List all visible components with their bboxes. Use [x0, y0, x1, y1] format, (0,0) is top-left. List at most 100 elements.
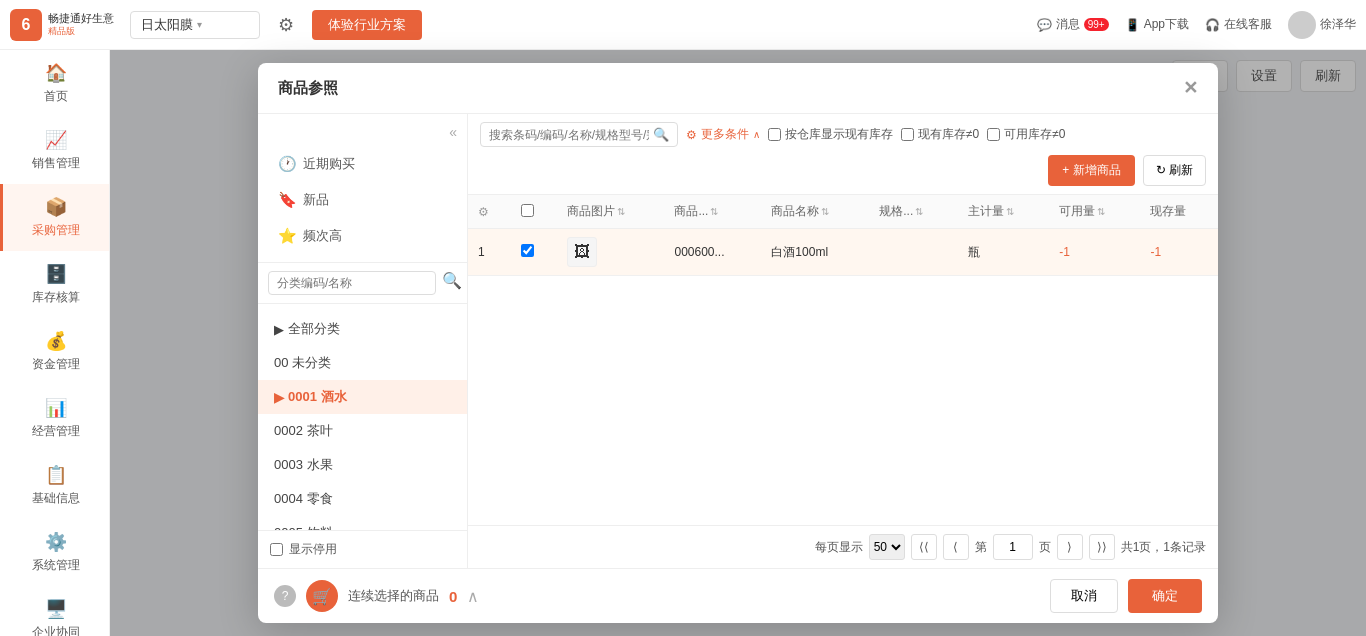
checkbox-available-label[interactable]: 现有库存≠0 — [901, 126, 979, 143]
sidebar-item-purchase[interactable]: 📦 采购管理 — [0, 184, 109, 251]
checkbox-usable[interactable] — [987, 128, 1000, 141]
checkbox-stock-text: 按仓库显示现有库存 — [785, 126, 893, 143]
sort-icon-unit: ⇅ — [1006, 206, 1014, 217]
name-col-sort[interactable]: 商品名称 ⇅ — [771, 203, 829, 220]
dialog-footer: ? 🛒 连续选择的商品 0 ∧ 取消 确定 — [258, 568, 1218, 623]
dialog-title: 商品参照 — [278, 79, 338, 98]
checkbox-available[interactable] — [901, 128, 914, 141]
message-nav-item[interactable]: 💬 消息 99+ — [1037, 16, 1109, 33]
app-download-item[interactable]: 📱 App下载 — [1125, 16, 1189, 33]
first-page-btn[interactable]: ⟨⟨ — [911, 534, 937, 560]
product-search-input[interactable] — [489, 128, 649, 142]
last-page-btn[interactable]: ⟩⟩ — [1089, 534, 1115, 560]
product-table: ⚙ 商品图片 ⇅ 商品... ⇅ 商品名称 ⇅ 规格... ⇅ 主计量 ⇅ 可用… — [468, 195, 1218, 276]
sidebar-label-sales: 销售管理 — [32, 155, 80, 172]
refresh-button[interactable]: ↻ 刷新 — [1143, 155, 1206, 186]
category-label-0001: 0001 酒水 — [288, 388, 347, 406]
code-col-sort[interactable]: 商品... ⇅ — [674, 203, 718, 220]
service-item[interactable]: 🎧 在线客服 — [1205, 16, 1272, 33]
add-product-button[interactable]: + 新增商品 — [1048, 155, 1134, 186]
sidebar-item-management[interactable]: 📊 经营管理 — [0, 385, 109, 452]
category-snack[interactable]: 0004 零食 — [258, 482, 467, 516]
show-disabled-checkbox[interactable] — [270, 543, 283, 556]
filter-icon: ⚙ — [686, 128, 697, 142]
col-gear[interactable]: ⚙ — [468, 195, 511, 229]
trial-button[interactable]: 体验行业方案 — [312, 10, 422, 40]
dialog-body: « 🕐 近期购买 🔖 新品 ⭐ — [258, 114, 1218, 568]
row-name: 白酒100ml — [761, 229, 869, 276]
product-search-icon[interactable]: 🔍 — [653, 127, 669, 142]
sidebar-item-system[interactable]: ⚙️ 系统管理 — [0, 519, 109, 586]
unit-col-sort[interactable]: 主计量 ⇅ — [968, 203, 1014, 220]
col-unit: 主计量 ⇅ — [958, 195, 1049, 229]
per-page-select[interactable]: 50 — [869, 534, 905, 560]
category-liquor[interactable]: ▶ 0001 酒水 — [258, 380, 467, 414]
image-col-sort[interactable]: 商品图片 ⇅ — [567, 203, 625, 220]
cancel-button[interactable]: 取消 — [1050, 579, 1118, 613]
store-name: 日太阳膜 — [141, 16, 193, 34]
store-select[interactable]: 日太阳膜 ▾ — [130, 11, 260, 39]
sidebar-item-sales[interactable]: 📈 销售管理 — [0, 117, 109, 184]
star-icon: ⭐ — [278, 227, 297, 245]
table-row[interactable]: 1 🖼 000600... 白酒100ml 瓶 -1 -1 — [468, 229, 1218, 276]
row-available: -1 — [1049, 229, 1140, 276]
frequent-item[interactable]: ⭐ 频次高 — [268, 220, 457, 252]
checkbox-stock-label[interactable]: 按仓库显示现有库存 — [768, 126, 893, 143]
collapse-icon[interactable]: « — [449, 124, 457, 140]
collapse-footer-icon[interactable]: ∧ — [467, 587, 479, 606]
cart-icon[interactable]: 🛒 — [306, 580, 338, 612]
category-tea[interactable]: 0002 茶叶 — [258, 414, 467, 448]
checkbox-stock[interactable] — [768, 128, 781, 141]
prev-page-btn[interactable]: ⟨ — [943, 534, 969, 560]
select-all-checkbox[interactable] — [521, 204, 534, 217]
row-checkbox[interactable] — [511, 229, 557, 276]
clock-icon: 🕐 — [278, 155, 297, 173]
confirm-button[interactable]: 确定 — [1128, 579, 1202, 613]
category-search-icon[interactable]: 🔍 — [442, 271, 462, 295]
inventory-icon: 🗄️ — [45, 263, 67, 285]
row-select-checkbox[interactable] — [521, 244, 534, 257]
sidebar-item-finance[interactable]: 💰 资金管理 — [0, 318, 109, 385]
gear-icon[interactable]: ⚙ — [270, 14, 302, 36]
table-settings-icon[interactable]: ⚙ — [478, 205, 489, 219]
product-thumb: 🖼 — [567, 237, 597, 267]
sidebar-item-inventory[interactable]: 🗄️ 库存核算 — [0, 251, 109, 318]
category-all[interactable]: ▶ 全部分类 — [258, 312, 467, 346]
logo-sub: 精品版 — [48, 25, 114, 38]
help-icon[interactable]: ? — [274, 585, 296, 607]
category-label-all: 全部分类 — [288, 320, 340, 338]
management-icon: 📊 — [45, 397, 67, 419]
next-page-btn[interactable]: ⟩ — [1057, 534, 1083, 560]
close-icon[interactable]: ✕ — [1183, 77, 1198, 99]
product-search-wrap: 🔍 — [480, 122, 678, 147]
sort-icon-code: ⇅ — [710, 206, 718, 217]
category-fruit[interactable]: 0003 水果 — [258, 448, 467, 482]
right-toolbar: 🔍 ⚙ 更多条件 ∧ 按仓库显示现有库存 — [468, 114, 1218, 195]
page-input[interactable] — [993, 534, 1033, 560]
frequent-label: 频次高 — [303, 227, 342, 245]
new-product-item[interactable]: 🔖 新品 — [268, 184, 457, 216]
spec-col-sort[interactable]: 规格... ⇅ — [879, 203, 923, 220]
checkbox-usable-label[interactable]: 可用库存≠0 — [987, 126, 1065, 143]
main-content: 查询 设置 刷新 商品参照 ✕ « — [110, 50, 1366, 636]
sidebar-item-home[interactable]: 🏠 首页 — [0, 50, 109, 117]
col-stock: 现存量 — [1140, 195, 1218, 229]
user-item[interactable]: 徐泽华 — [1288, 11, 1356, 39]
product-reference-dialog: 商品参照 ✕ « 🕐 近期购买 — [258, 63, 1218, 623]
sidebar-label-finance: 资金管理 — [32, 356, 80, 373]
filter-arrow: ∧ — [753, 129, 760, 140]
available-col-sort[interactable]: 可用量 ⇅ — [1059, 203, 1105, 220]
sales-icon: 📈 — [45, 129, 67, 151]
page-suffix: 页 — [1039, 539, 1051, 556]
category-unclassified[interactable]: 00 未分类 — [258, 346, 467, 380]
recent-purchase-item[interactable]: 🕐 近期购买 — [268, 148, 457, 180]
sidebar-item-collab[interactable]: 🖥️ 企业协同 — [0, 586, 109, 636]
new-icon: 🔖 — [278, 191, 297, 209]
category-search-input[interactable] — [268, 271, 436, 295]
filter-label: 更多条件 — [701, 126, 749, 143]
category-drink[interactable]: 0005 饮料 — [258, 516, 467, 530]
sidebar-item-basic[interactable]: 📋 基础信息 — [0, 452, 109, 519]
headset-icon: 🎧 — [1205, 18, 1220, 32]
filter-button[interactable]: ⚙ 更多条件 ∧ — [686, 126, 760, 143]
sidebar-label-inventory: 库存核算 — [32, 289, 80, 306]
